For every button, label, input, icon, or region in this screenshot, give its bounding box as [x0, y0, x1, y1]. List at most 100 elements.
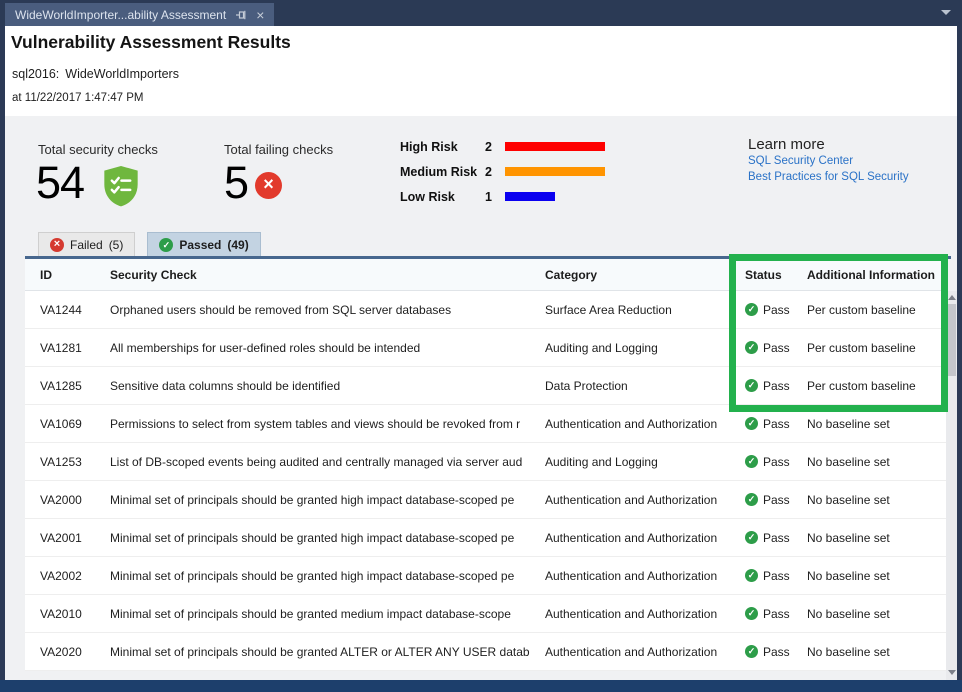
tab-failed[interactable]: × Failed (5): [38, 232, 135, 256]
result-tabbar: × Failed (5) ✓ Passed (49): [38, 232, 261, 256]
row-additional-info: No baseline set: [807, 455, 946, 469]
row-id: VA1281: [40, 341, 110, 355]
server-database-line: sql2016: WideWorldImporters: [12, 67, 179, 81]
column-header-category[interactable]: Category: [545, 268, 737, 282]
scroll-down-icon[interactable]: [948, 670, 956, 675]
pass-icon: ✓: [745, 493, 758, 506]
row-category: Authentication and Authorization: [545, 417, 737, 431]
row-category: Surface Area Reduction: [545, 303, 737, 317]
pin-icon[interactable]: [235, 9, 247, 21]
total-checks-value: 54: [36, 160, 84, 205]
database-name: WideWorldImporters: [65, 67, 179, 81]
row-category: Authentication and Authorization: [545, 569, 737, 583]
row-category: Auditing and Logging: [545, 341, 737, 355]
row-security-check: Minimal set of principals should be gran…: [110, 645, 545, 659]
row-additional-info: No baseline set: [807, 493, 946, 507]
risk-count: 2: [485, 165, 505, 179]
header-block: Vulnerability Assessment Results sql2016…: [5, 26, 957, 116]
row-security-check: Sensitive data columns should be identif…: [110, 379, 545, 393]
risk-label: Low Risk: [400, 190, 485, 204]
row-id: VA2010: [40, 607, 110, 621]
row-id: VA2020: [40, 645, 110, 659]
chevron-down-icon[interactable]: [941, 10, 951, 15]
row-id: VA1069: [40, 417, 110, 431]
risk-bar: [505, 167, 605, 176]
row-id: VA2001: [40, 531, 110, 545]
row-security-check: Orphaned users should be removed from SQ…: [110, 303, 545, 317]
assessment-panel: Vulnerability Assessment Results sql2016…: [5, 26, 957, 680]
tab-passed[interactable]: ✓ Passed (49): [147, 232, 260, 256]
document-tab-strip: WideWorldImporter...ability Assessment ×: [0, 0, 962, 26]
failing-checks-value: 5: [224, 160, 248, 205]
column-header-id[interactable]: ID: [40, 268, 110, 282]
risk-bar: [505, 192, 555, 201]
window-bottom-edge: [0, 680, 962, 692]
row-additional-info: No baseline set: [807, 607, 946, 621]
row-additional-info: No baseline set: [807, 417, 946, 431]
row-id: VA1285: [40, 379, 110, 393]
row-status: ✓ Pass: [737, 455, 807, 469]
scan-timestamp: at 11/22/2017 1:47:47 PM: [12, 92, 144, 104]
status-text: Pass: [763, 455, 790, 469]
status-text: Pass: [763, 569, 790, 583]
risk-row: Low Risk1: [400, 190, 605, 203]
row-security-check: Minimal set of principals should be gran…: [110, 607, 545, 621]
risk-count: 2: [485, 140, 505, 154]
close-icon[interactable]: ×: [256, 9, 264, 21]
total-checks-label: Total security checks: [38, 142, 158, 157]
row-id: VA1244: [40, 303, 110, 317]
fail-circle-icon: ×: [50, 238, 64, 252]
tab-passed-label: Passed: [179, 238, 221, 252]
scrollbar-thumb[interactable]: [947, 304, 956, 376]
document-tab[interactable]: WideWorldImporter...ability Assessment ×: [5, 3, 274, 26]
tab-passed-count: (49): [227, 238, 248, 252]
row-status: ✓Pass: [737, 569, 807, 583]
learn-more-section: Learn more SQL Security Center Best Prac…: [748, 136, 909, 185]
link-sql-security-center[interactable]: SQL Security Center: [748, 154, 909, 169]
row-category: Auditing and Logging: [545, 455, 737, 469]
risk-count: 1: [485, 190, 505, 204]
table-row[interactable]: VA2001Minimal set of principals should b…: [25, 519, 946, 557]
row-id: VA2002: [40, 569, 110, 583]
row-category: Authentication and Authorization: [545, 531, 737, 545]
table-row[interactable]: VA2002Minimal set of principals should b…: [25, 557, 946, 595]
status-text: Pass: [763, 645, 790, 659]
risk-bar: [505, 142, 605, 151]
row-additional-info: No baseline set: [807, 531, 946, 545]
row-security-check: List of DB-scoped events being audited a…: [110, 455, 545, 469]
pass-icon: ✓: [745, 455, 758, 468]
table-row[interactable]: VA2020Minimal set of principals should b…: [25, 633, 946, 671]
table-row[interactable]: VA1253List of DB-scoped events being aud…: [25, 443, 946, 481]
row-status: ✓Pass: [737, 531, 807, 545]
row-category: Authentication and Authorization: [545, 607, 737, 621]
column-header-check[interactable]: Security Check: [110, 268, 545, 282]
learn-more-title: Learn more: [748, 136, 909, 153]
tab-failed-label: Failed: [70, 238, 103, 252]
page-title: Vulnerability Assessment Results: [11, 32, 291, 53]
row-status: ✓Pass: [737, 417, 807, 431]
server-name: sql2016:: [12, 67, 59, 81]
status-text: Pass: [763, 607, 790, 621]
row-status: ✓ Pass: [737, 607, 807, 621]
row-additional-info: No baseline set: [807, 569, 946, 583]
row-category: Authentication and Authorization: [545, 493, 737, 507]
row-category: Authentication and Authorization: [545, 645, 737, 659]
scroll-up-icon[interactable]: [948, 295, 956, 300]
row-id: VA2000: [40, 493, 110, 507]
risk-row: Medium Risk2: [400, 165, 605, 178]
annotation-highlight: [729, 254, 948, 412]
fail-x-icon: ×: [255, 172, 282, 199]
link-best-practices[interactable]: Best Practices for SQL Security: [748, 170, 909, 185]
pass-icon: ✓: [745, 607, 758, 620]
failing-checks-label: Total failing checks: [224, 142, 333, 157]
row-additional-info: No baseline set: [807, 645, 946, 659]
row-status: ✓Pass: [737, 493, 807, 507]
row-security-check: All memberships for user-defined roles s…: [110, 341, 545, 355]
pass-icon: ✓: [745, 645, 758, 658]
table-row[interactable]: VA2000Minimal set of principals should b…: [25, 481, 946, 519]
app-window: WideWorldImporter...ability Assessment ×…: [0, 0, 962, 692]
row-security-check: Minimal set of principals should be gran…: [110, 569, 545, 583]
row-security-check: Minimal set of principals should be gran…: [110, 493, 545, 507]
table-row[interactable]: VA2010Minimal set of principals should b…: [25, 595, 946, 633]
row-security-check: Permissions to select from system tables…: [110, 417, 545, 431]
